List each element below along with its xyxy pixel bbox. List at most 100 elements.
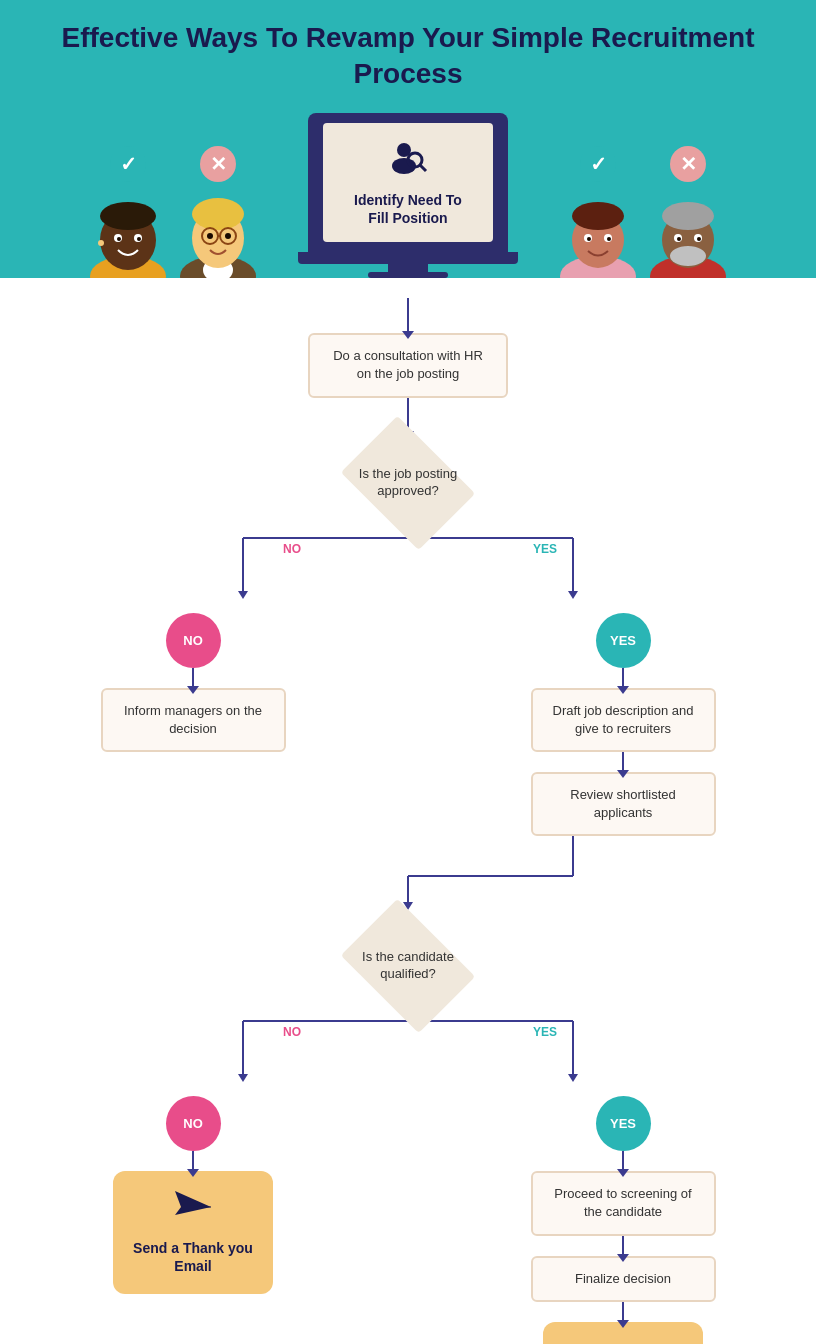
yes-label-1: YES (610, 633, 636, 648)
laptop-title: Identify Need To Fill Position (343, 191, 473, 227)
svg-point-11 (192, 198, 244, 230)
svg-marker-38 (238, 591, 248, 599)
branch2-right: YES Proceed to screening of the candidat… (513, 1096, 733, 1344)
avatar-3: ✓ (558, 146, 638, 278)
laptop-stand (388, 264, 428, 272)
finalize-box: Finalize decision (531, 1256, 716, 1302)
svg-point-27 (607, 237, 611, 241)
step2-box: Review shortlisted applicants (531, 772, 716, 836)
check-badge-2: ✓ (580, 146, 616, 182)
avatar-2: ✕ (178, 146, 258, 278)
no-branch1-box: Inform managers on the decision (101, 688, 286, 752)
svg-point-26 (587, 237, 591, 241)
connector-svg (83, 836, 733, 916)
svg-point-7 (98, 240, 104, 246)
svg-marker-50 (238, 1074, 248, 1082)
laptop-person-icon (343, 138, 473, 185)
svg-point-31 (670, 246, 706, 266)
page-title: Effective Ways To Revamp Your Simple Rec… (20, 20, 796, 93)
svg-text:NO: NO (283, 1025, 301, 1039)
step2-text: Review shortlisted applicants (570, 787, 676, 820)
connector-to-decision2 (83, 836, 733, 916)
x-badge-2: ✕ (670, 146, 706, 182)
search-person-icon (388, 138, 428, 178)
paper-plane-icon (173, 1189, 213, 1224)
diamond1-text: Is the job posting approved? (343, 466, 473, 500)
no-btn-2: NO (166, 1096, 221, 1151)
diamond1-wrap: Is the job posting approved? (83, 433, 733, 533)
laptop: Identify Need To Fill Position (308, 113, 508, 252)
branch2-cols: NO Send a Thank you Email (83, 1096, 733, 1344)
yes-btn-2: YES (596, 1096, 651, 1151)
yes-btn-1: YES (596, 613, 651, 668)
arrow-yes2b (622, 1236, 624, 1256)
send-email-icon (133, 1189, 253, 1231)
yes-label-2: YES (610, 1116, 636, 1131)
arrow-yes2 (622, 1151, 624, 1171)
svg-line-20 (420, 165, 426, 171)
arrow-1 (407, 298, 409, 333)
svg-text:NO: NO (283, 542, 301, 556)
svg-point-34 (677, 237, 681, 241)
check-badge-1: ✓ (110, 146, 146, 182)
svg-text:YES: YES (533, 1025, 557, 1039)
flowchart: Do a consultation with HR on the job pos… (0, 278, 816, 1344)
screening-text: Proceed to screening of the candidate (554, 1186, 691, 1219)
header: Effective Ways To Revamp Your Simple Rec… (0, 0, 816, 278)
svg-point-35 (697, 237, 701, 241)
svg-point-16 (225, 233, 231, 239)
finalize-text: Finalize decision (575, 1271, 671, 1286)
thankyou-text: Send a Thank you Email (133, 1239, 253, 1275)
avatar-face-1 (88, 188, 168, 278)
svg-marker-56 (175, 1191, 211, 1215)
branch1-left: NO Inform managers on the decision (83, 613, 303, 752)
diamond2: Is the candidate qualified? (343, 916, 473, 1016)
laptop-base (298, 252, 518, 264)
svg-text:YES: YES (533, 542, 557, 556)
branch1-right: YES Draft job description and give to re… (513, 613, 733, 837)
thankyou-box: Send a Thank you Email (113, 1171, 273, 1293)
avatar-4: ✕ (648, 146, 728, 278)
laptop-screen: Identify Need To Fill Position (323, 123, 493, 242)
no-btn-1: NO (166, 613, 221, 668)
svg-marker-41 (568, 591, 578, 599)
branch1-svg: NO YES (83, 533, 733, 613)
svg-point-30 (662, 202, 714, 230)
svg-point-15 (207, 233, 213, 239)
no-label-2: NO (183, 1116, 203, 1131)
branch2-svg: NO YES (83, 1016, 733, 1096)
arrow-no2 (192, 1151, 194, 1171)
step1-text: Do a consultation with HR on the job pos… (333, 348, 483, 381)
diamond2-wrap: Is the candidate qualified? (83, 916, 733, 1016)
svg-marker-53 (568, 1074, 578, 1082)
branch2-left: NO Send a Thank you Email (83, 1096, 303, 1293)
arrow-no1 (192, 668, 194, 688)
svg-point-6 (137, 237, 141, 241)
header-avatars: ✓ ✕ (20, 113, 796, 278)
no-label-1: NO (183, 633, 203, 648)
arrow-yes1 (622, 668, 624, 688)
hire-icon (563, 1340, 683, 1344)
step1-box: Do a consultation with HR on the job pos… (308, 333, 508, 397)
arrow-yes1b (622, 752, 624, 772)
diamond1: Is the job posting approved? (343, 433, 473, 533)
avatar-face-2 (178, 188, 258, 278)
svg-point-5 (117, 237, 121, 241)
screening-box: Proceed to screening of the candidate (531, 1171, 716, 1235)
laptop-container: Identify Need To Fill Position (298, 113, 518, 278)
branch1-cols: NO Inform managers on the decision YES D… (83, 613, 733, 837)
svg-point-23 (572, 202, 624, 230)
avatar-face-3 (558, 188, 638, 278)
avatar-1: ✓ (88, 146, 168, 278)
svg-point-2 (100, 202, 156, 230)
x-badge-1: ✕ (200, 146, 236, 182)
decision1-section: Is the job posting approved? NO YES (83, 433, 733, 837)
yes-branch1-text: Draft job description and give to recrui… (553, 703, 694, 736)
avatar-face-4 (648, 188, 728, 278)
yes-branch1-box: Draft job description and give to recrui… (531, 688, 716, 752)
hire-person-icon (603, 1340, 643, 1344)
arrow-yes2c (622, 1302, 624, 1322)
no-branch1-text: Inform managers on the decision (124, 703, 262, 736)
diamond2-text: Is the candidate qualified? (343, 949, 473, 983)
decision2-section: Is the candidate qualified? NO YES NO (83, 916, 733, 1344)
